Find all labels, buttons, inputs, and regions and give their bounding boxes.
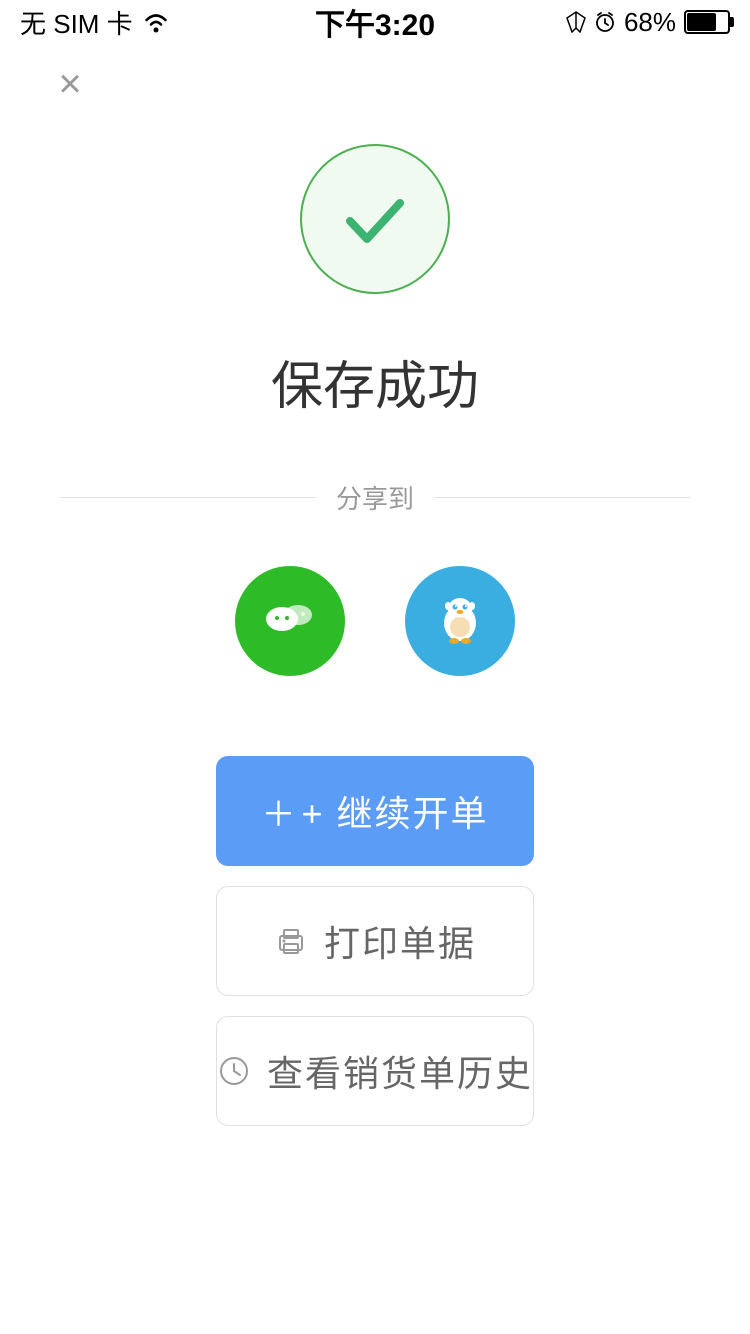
close-icon: × (58, 64, 81, 104)
qq-share-button[interactable] (405, 566, 515, 676)
close-button[interactable]: × (40, 54, 100, 114)
print-icon (274, 924, 308, 958)
status-bar: 无 SIM 卡 下午3:20 68% (0, 0, 750, 44)
continue-label: + 继续开单 (301, 785, 488, 837)
main-content: 保存成功 分享到 (0, 44, 750, 1186)
history-button[interactable]: 查看销货单历史 (216, 1016, 534, 1126)
plus-icon: ＋ (261, 787, 295, 836)
location-icon (566, 11, 586, 33)
success-title: 保存成功 (271, 344, 479, 419)
success-section: 保存成功 分享到 (0, 64, 750, 1126)
battery-percent: 68% (624, 7, 676, 38)
action-buttons: ＋ + 继续开单 打印单据 (166, 756, 584, 1126)
wechat-share-button[interactable] (235, 566, 345, 676)
no-sim-text: 无 SIM 卡 (20, 4, 133, 41)
wechat-logo-icon (260, 591, 320, 651)
share-divider: 分享到 (0, 479, 750, 516)
success-circle (300, 144, 450, 294)
continue-button[interactable]: ＋ + 继续开单 (216, 756, 534, 866)
share-icons (235, 566, 515, 676)
qq-logo-icon (430, 591, 490, 651)
print-button[interactable]: 打印单据 (216, 886, 534, 996)
status-right: 68% (566, 7, 730, 38)
wifi-icon (141, 11, 171, 33)
status-time: 下午3:20 (315, 0, 435, 44)
divider-right (434, 497, 690, 498)
status-left: 无 SIM 卡 (20, 4, 171, 41)
print-label: 打印单据 (324, 915, 476, 967)
history-icon (217, 1054, 251, 1088)
history-label: 查看销货单历史 (267, 1045, 533, 1097)
divider-left (60, 497, 316, 498)
share-label: 分享到 (316, 479, 434, 516)
battery-icon (684, 10, 730, 34)
checkmark-icon (335, 179, 415, 259)
alarm-icon (594, 11, 616, 33)
